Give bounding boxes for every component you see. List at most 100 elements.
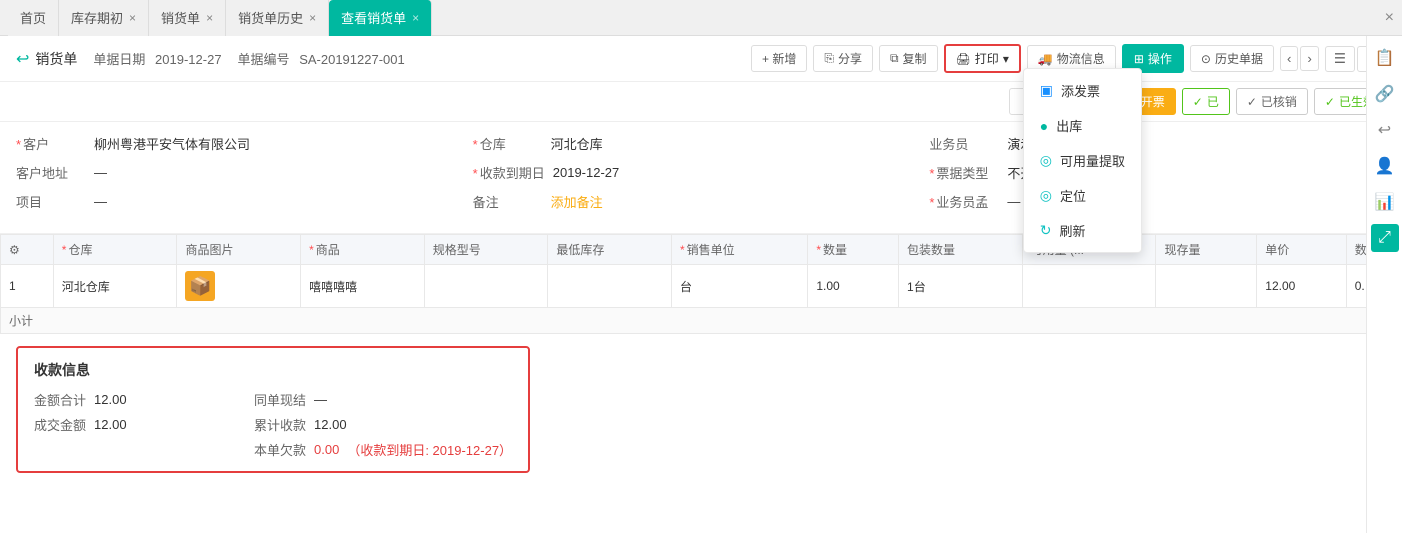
add-invoice-icon: ▣ (1040, 82, 1053, 99)
col-quantity: 数量 (808, 235, 899, 265)
col-min-stock: 最低库存 (548, 235, 672, 265)
customer-label: 客户 (16, 134, 86, 153)
row-pack-qty: 1台 (899, 265, 1023, 308)
warehouse-value: 河北仓库 (543, 134, 611, 153)
col-settings[interactable]: ⚙ (1, 235, 54, 265)
dropdown-locate[interactable]: ◎ 定位 (1024, 178, 1141, 213)
row-unit: 台 (672, 265, 808, 308)
payment-title: 收款信息 (34, 360, 512, 380)
doc-meta: 单据日期 2019-12-27 单据编号 SA-20191227-001 (93, 49, 404, 68)
tab-inventory-init-close[interactable]: × (129, 11, 136, 25)
doc-number-value: SA-20191227-001 (299, 52, 405, 67)
salesperson-label: 业务员 (929, 134, 999, 153)
print-button[interactable]: 🖨 打印 ▾ (944, 44, 1021, 73)
tab-sales-order[interactable]: 销货单 × (149, 0, 226, 36)
check-icon: ✓ (1193, 95, 1203, 109)
sidebar-icon-user[interactable]: 👤 (1371, 152, 1399, 180)
col-product: 商品 (301, 235, 425, 265)
tab-view-sales-close[interactable]: × (412, 11, 419, 25)
tab-sales-order-label: 销货单 (161, 8, 200, 27)
tab-sales-history-label: 销货单历史 (238, 8, 303, 27)
col-warehouse: 仓库 (53, 235, 177, 265)
next-button[interactable]: › (1300, 46, 1318, 71)
history-button[interactable]: ⊙ 历史单据 (1190, 45, 1274, 72)
note-label: 备注 (473, 192, 543, 211)
sidebar-icon-expand[interactable]: ⤢ (1371, 224, 1399, 252)
sidebar-icon-chart[interactable]: 📊 (1371, 188, 1399, 216)
payment-box: 收款信息 金额合计 12.00 同单现结 — (16, 346, 530, 473)
list-view-button[interactable]: ☰ (1325, 46, 1355, 72)
payment-date-value: 2019-12-27 (545, 165, 628, 180)
available-extract-label: 可用量提取 (1060, 151, 1125, 170)
copy-button[interactable]: ⧉ 复制 (879, 45, 938, 72)
row-product: 嘻嘻嘻嘻 (301, 265, 425, 308)
current-due-label: 本单欠款 (254, 440, 306, 459)
sidebar-icon-doc[interactable]: 📋 (1371, 44, 1399, 72)
refresh-label: 刷新 (1060, 221, 1086, 240)
tab-home-label: 首页 (20, 8, 46, 27)
prev-button[interactable]: ‹ (1280, 46, 1298, 71)
dropdown-outbound[interactable]: ● 出库 (1024, 108, 1141, 143)
payment-row-2: 成交金额 12.00 累计收款 12.00 (34, 415, 512, 434)
payment-date-field: 收款到期日 2019-12-27 (473, 163, 930, 182)
ticket-type-field: 票据类型 不开票 (929, 163, 1386, 182)
tab-home[interactable]: 首页 (8, 0, 59, 36)
sidebar-icon-return[interactable]: ↩ (1371, 116, 1399, 144)
current-due-value: 0.00 (314, 442, 339, 457)
tab-view-sales[interactable]: 查看销货单 × (329, 0, 432, 36)
dropdown-refresh[interactable]: ↻ 刷新 (1024, 213, 1141, 248)
row-index: 1 (1, 265, 54, 308)
doc-type-label: 销货单 (35, 49, 77, 69)
new-button[interactable]: + 新增 (751, 45, 807, 72)
product-img-icon: 📦 (189, 276, 211, 297)
outbound-icon: ● (1040, 118, 1048, 134)
copy-icon: ⧉ (890, 51, 899, 66)
sidebar-icon-link[interactable]: 🔗 (1371, 80, 1399, 108)
sold-status-button[interactable]: ✓ 已核销 (1236, 88, 1308, 115)
form-section: 客户 柳州粤港平安气体有限公司 仓库 河北仓库 业务员 演示账号 客户地址 — (0, 122, 1402, 234)
tab-sales-history-close[interactable]: × (309, 11, 316, 25)
doc-date-value: 2019-12-27 (155, 52, 222, 67)
dropdown-add-invoice[interactable]: ▣ 添发票 (1024, 73, 1141, 108)
tab-sales-order-close[interactable]: × (206, 11, 213, 25)
subtotal-row: 小计 (1, 308, 1402, 334)
cumulative-value: 12.00 (314, 417, 347, 432)
print-area: 🖨 打印 ▾ (944, 44, 1021, 73)
tab-sales-history[interactable]: 销货单历史 × (226, 0, 329, 36)
transaction-amount-value: 12.00 (94, 417, 127, 432)
locate-icon: ◎ (1040, 187, 1052, 204)
note-field: 备注 添加备注 (473, 192, 930, 211)
dropdown-menu: ▣ 添发票 ● 出库 ◎ 可用量提取 ◎ 定位 ↻ 刷新 (1023, 68, 1142, 253)
transaction-amount-label: 成交金额 (34, 415, 86, 434)
transaction-amount-item: 成交金额 12.00 (34, 415, 214, 434)
logistics-icon: 🚚 (1038, 52, 1053, 66)
current-due-item: 本单欠款 0.00 （收款到期日: 2019-12-27） (254, 440, 512, 459)
col-unit: 销售单位 (672, 235, 808, 265)
project-field: 项目 — (16, 192, 473, 211)
doc-type-icon: ↩ (16, 49, 29, 69)
salesperson-field: 业务员 演示账号 (929, 134, 1386, 153)
current-due-note: （收款到期日: 2019-12-27） (347, 440, 512, 459)
settings-icon: ⚙ (9, 243, 20, 257)
tab-inventory-init-label: 库存期初 (71, 8, 123, 27)
cumulative-item: 累计收款 12.00 (254, 415, 434, 434)
customer-value: 柳州粤港平安气体有限公司 (86, 134, 258, 153)
col-product-img: 商品图片 (177, 235, 301, 265)
dropdown-available-extract[interactable]: ◎ 可用量提取 (1024, 143, 1141, 178)
check-button[interactable]: ✓ 已 (1182, 88, 1230, 115)
warehouse-label: 仓库 (473, 134, 543, 153)
share-button[interactable]: ⎘ 分享 (813, 45, 873, 72)
available-extract-icon: ◎ (1040, 152, 1052, 169)
add-note-btn[interactable]: 添加备注 (543, 192, 611, 211)
same-order-value: — (314, 392, 327, 407)
tab-inventory-init[interactable]: 库存期初 × (59, 0, 149, 36)
row-quantity: 1.00 (808, 265, 899, 308)
address-label: 客户地址 (16, 163, 86, 182)
tab-bar-close-btn[interactable]: × (1385, 9, 1394, 27)
form-row-3: 项目 — 备注 添加备注 业务员孟 — (16, 192, 1386, 211)
doc-title: ↩ 销货单 (16, 49, 77, 69)
history-icon: ⊙ (1201, 52, 1211, 66)
salesperson2-label: 业务员孟 (929, 192, 999, 211)
share-icon: ⎘ (824, 51, 834, 66)
outbound-label: 出库 (1056, 116, 1082, 135)
